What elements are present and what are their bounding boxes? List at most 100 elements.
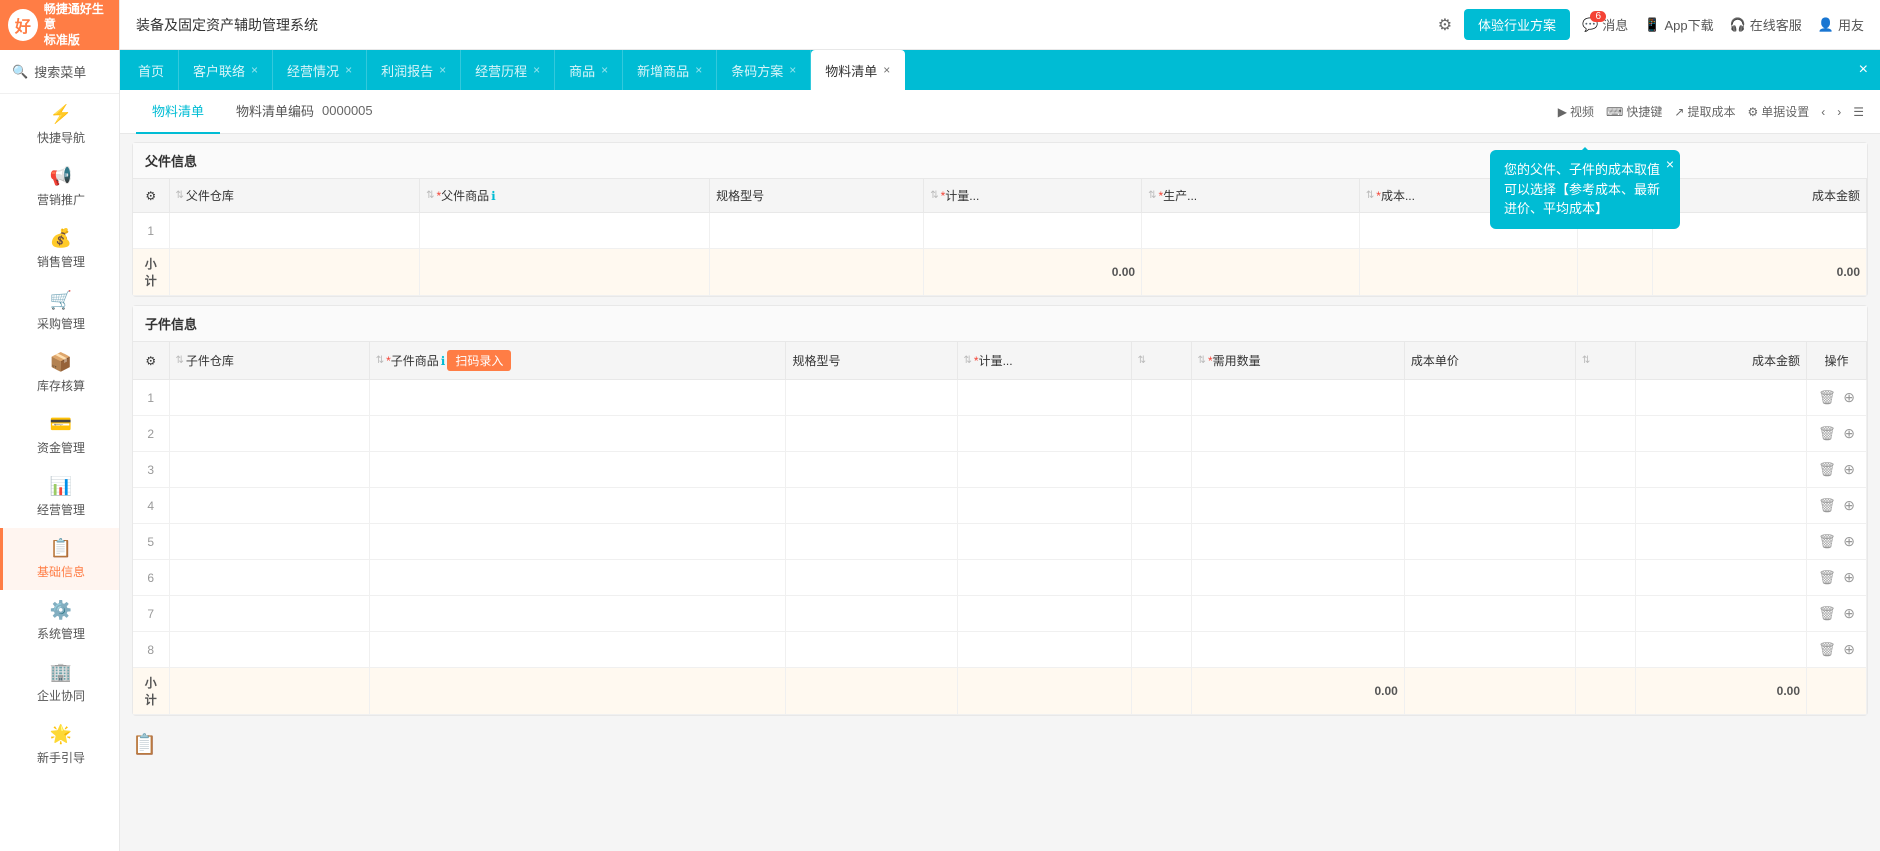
child-warehouse-4[interactable] bbox=[169, 488, 369, 524]
child-qty-8[interactable] bbox=[1191, 632, 1404, 668]
online-service-action[interactable]: 🎧 在线客服 bbox=[1730, 15, 1802, 34]
tab-goods-close[interactable]: × bbox=[601, 63, 608, 77]
child-unit-cost-4[interactable] bbox=[1404, 488, 1575, 524]
sidebar-item-guide[interactable]: 🌟 新手引导 bbox=[0, 714, 119, 776]
child-spec-6[interactable] bbox=[786, 560, 957, 596]
child-spec-1[interactable] bbox=[786, 380, 957, 416]
extract-cost-action[interactable]: ↗ 提取成本 bbox=[1674, 103, 1735, 120]
delete-row-5-button[interactable]: 🗑 bbox=[1816, 533, 1838, 550]
sidebar-item-system[interactable]: ⚙️ 系统管理 bbox=[0, 590, 119, 652]
app-download-action[interactable]: 📱 App下载 bbox=[1644, 15, 1713, 34]
child-qty-7[interactable] bbox=[1191, 596, 1404, 632]
sidebar-item-operation[interactable]: 📊 经营管理 bbox=[0, 466, 119, 528]
shortcut-action[interactable]: ⌨ 快捷键 bbox=[1606, 103, 1662, 120]
delete-row-8-button[interactable]: 🗑 bbox=[1816, 641, 1838, 658]
child-sort2-7[interactable] bbox=[1575, 596, 1635, 632]
child-qty-1[interactable] bbox=[1191, 380, 1404, 416]
child-sort1-5[interactable] bbox=[1131, 524, 1191, 560]
sidebar-item-purchase[interactable]: 🛒 采购管理 bbox=[0, 280, 119, 342]
delete-row-7-button[interactable]: 🗑 bbox=[1816, 605, 1838, 622]
child-unit-7[interactable] bbox=[957, 596, 1131, 632]
child-sort2-2[interactable] bbox=[1575, 416, 1635, 452]
child-spec-5[interactable] bbox=[786, 524, 957, 560]
parent-cell-unit-1[interactable] bbox=[924, 213, 1142, 249]
child-spec-4[interactable] bbox=[786, 488, 957, 524]
child-product-8[interactable] bbox=[369, 632, 786, 668]
child-qty-4[interactable] bbox=[1191, 488, 1404, 524]
child-col-setting[interactable]: ⚙ bbox=[133, 342, 169, 380]
sort-cost-icon[interactable]: ⇅ bbox=[1366, 190, 1374, 201]
sort-production-icon[interactable]: ⇅ bbox=[1148, 190, 1156, 201]
tab-customer[interactable]: 客户联络 × bbox=[179, 50, 273, 90]
delete-row-4-button[interactable]: 🗑 bbox=[1816, 497, 1838, 514]
sub-tab-bom-code[interactable]: 物料清单编码 0000005 bbox=[220, 90, 389, 134]
child-unit-1[interactable] bbox=[957, 380, 1131, 416]
tab-profit-report[interactable]: 利润报告 × bbox=[367, 50, 461, 90]
child-sort2-8[interactable] bbox=[1575, 632, 1635, 668]
child-sort1-4[interactable] bbox=[1131, 488, 1191, 524]
child-spec-7[interactable] bbox=[786, 596, 957, 632]
tab-operation-history-close[interactable]: × bbox=[533, 63, 540, 77]
message-action[interactable]: 💬 6 消息 bbox=[1582, 15, 1628, 34]
nav-next-button[interactable]: › bbox=[1837, 105, 1841, 119]
tab-add-goods-close[interactable]: × bbox=[695, 63, 702, 77]
scan-input-button[interactable]: 扫码录入 bbox=[447, 350, 511, 371]
child-unit-6[interactable] bbox=[957, 560, 1131, 596]
tab-goods[interactable]: 商品 × bbox=[555, 50, 623, 90]
sidebar-item-inventory[interactable]: 📦 库存核算 bbox=[0, 342, 119, 404]
child-product-3[interactable] bbox=[369, 452, 786, 488]
child-sort1-1[interactable] bbox=[1131, 380, 1191, 416]
child-sort1-8[interactable] bbox=[1131, 632, 1191, 668]
copy-row-4-button[interactable]: ⊕ bbox=[1841, 497, 1857, 514]
child-warehouse-1[interactable] bbox=[169, 380, 369, 416]
child-unit-8[interactable] bbox=[957, 632, 1131, 668]
tab-barcode-close[interactable]: × bbox=[789, 63, 796, 77]
user-action[interactable]: 👤 用友 bbox=[1818, 15, 1864, 34]
child-unit-cost-1[interactable] bbox=[1404, 380, 1575, 416]
grid-view-button[interactable]: ☰ bbox=[1853, 105, 1864, 119]
child-qty-6[interactable] bbox=[1191, 560, 1404, 596]
child-unit-5[interactable] bbox=[957, 524, 1131, 560]
copy-row-2-button[interactable]: ⊕ bbox=[1841, 425, 1857, 442]
tab-bom-close[interactable]: × bbox=[883, 63, 890, 77]
child-unit-2[interactable] bbox=[957, 416, 1131, 452]
child-sort2-1[interactable] bbox=[1575, 380, 1635, 416]
sidebar-item-enterprise[interactable]: 🏢 企业协同 bbox=[0, 652, 119, 714]
search-menu-button[interactable]: 🔍 搜索菜单 bbox=[8, 58, 111, 85]
child-sort2-4[interactable] bbox=[1575, 488, 1635, 524]
tab-add-goods[interactable]: 新增商品 × bbox=[623, 50, 717, 90]
copy-row-1-button[interactable]: ⊕ bbox=[1841, 389, 1857, 406]
child-qty-3[interactable] bbox=[1191, 452, 1404, 488]
close-all-tabs-button[interactable]: × bbox=[1851, 61, 1876, 79]
child-warehouse-2[interactable] bbox=[169, 416, 369, 452]
child-qty-2[interactable] bbox=[1191, 416, 1404, 452]
child-unit-cost-7[interactable] bbox=[1404, 596, 1575, 632]
tab-operation-status-close[interactable]: × bbox=[345, 63, 352, 77]
child-product-2[interactable] bbox=[369, 416, 786, 452]
child-qty-5[interactable] bbox=[1191, 524, 1404, 560]
delete-row-6-button[interactable]: 🗑 bbox=[1816, 569, 1838, 586]
child-sort2-3[interactable] bbox=[1575, 452, 1635, 488]
tooltip-close-button[interactable]: × bbox=[1666, 154, 1674, 175]
sidebar-item-finance[interactable]: 💳 资金管理 bbox=[0, 404, 119, 466]
trial-button[interactable]: 体验行业方案 bbox=[1464, 9, 1570, 40]
copy-row-8-button[interactable]: ⊕ bbox=[1841, 641, 1857, 658]
child-sort2-6[interactable] bbox=[1575, 560, 1635, 596]
parent-cell-product-1[interactable] bbox=[420, 213, 710, 249]
child-unit-3[interactable] bbox=[957, 452, 1131, 488]
sort-unit-icon[interactable]: ⇅ bbox=[930, 190, 938, 201]
sidebar-item-quick-nav[interactable]: ⚡ 快捷导航 bbox=[0, 94, 119, 156]
copy-row-6-button[interactable]: ⊕ bbox=[1841, 569, 1857, 586]
nav-prev-button[interactable]: ‹ bbox=[1821, 105, 1825, 119]
child-unit-cost-5[interactable] bbox=[1404, 524, 1575, 560]
child-product-4[interactable] bbox=[369, 488, 786, 524]
child-spec-2[interactable] bbox=[786, 416, 957, 452]
sort-warehouse-icon[interactable]: ⇅ bbox=[176, 190, 184, 201]
parent-cell-production-1[interactable] bbox=[1142, 213, 1360, 249]
child-warehouse-7[interactable] bbox=[169, 596, 369, 632]
parent-col-setting[interactable]: ⚙ bbox=[133, 179, 169, 213]
child-warehouse-8[interactable] bbox=[169, 632, 369, 668]
child-product-5[interactable] bbox=[369, 524, 786, 560]
settings-button[interactable]: ⚙ bbox=[1438, 15, 1452, 35]
delete-row-3-button[interactable]: 🗑 bbox=[1816, 461, 1838, 478]
